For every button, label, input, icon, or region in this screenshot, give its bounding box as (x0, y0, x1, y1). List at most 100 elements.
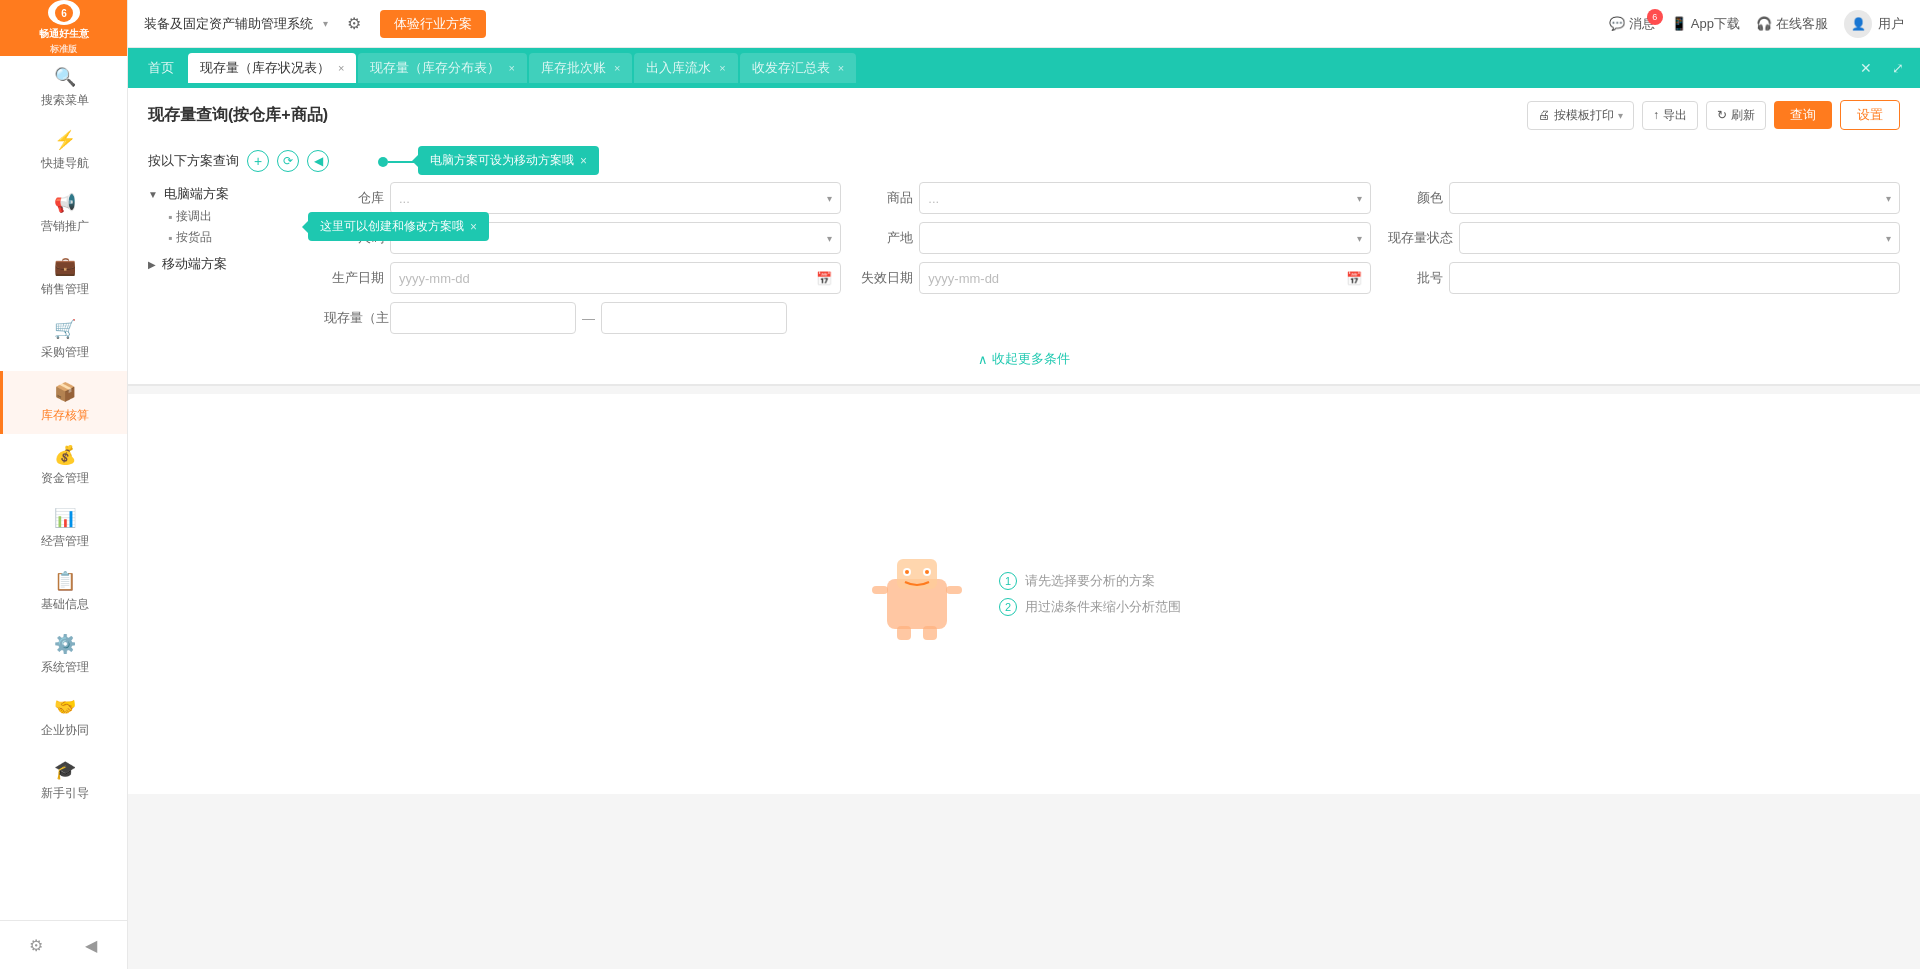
scheme-tooltip-1: 电脑方案可设为移动方案哦 × (418, 146, 599, 175)
tab-inventory-status-label: 现存量（库存状况表） (200, 59, 330, 77)
sidebar-item-basic[interactable]: 📋 基础信息 (0, 560, 127, 623)
sidebar-item-guide[interactable]: 🎓 新手引导 (0, 749, 127, 812)
sidebar-item-sales[interactable]: 💼 销售管理 (0, 245, 127, 308)
tooltip1-close-btn[interactable]: × (580, 154, 587, 168)
goods-select[interactable]: ... ▾ (919, 182, 1370, 214)
stock-qty-max[interactable] (601, 302, 787, 334)
sidebar-item-system[interactable]: ⚙️ 系统管理 (0, 623, 127, 686)
tab-inventory-status[interactable]: 现存量（库存状况表） × (188, 53, 356, 83)
stock-status-select[interactable]: ▾ (1459, 222, 1900, 254)
print-btn[interactable]: 🖨 按模板打印 ▾ (1527, 101, 1634, 130)
color-dropdown-icon: ▾ (1886, 193, 1891, 204)
tab-inventory-status-close[interactable]: × (338, 62, 344, 74)
goods-dropdown-icon: ▾ (1357, 193, 1362, 204)
sidebar-item-operations[interactable]: 📊 经营管理 (0, 497, 127, 560)
tab-inventory-dist-close[interactable]: × (508, 62, 514, 74)
scheme-sub-item-2[interactable]: ▪ 按货品 (168, 227, 308, 248)
refresh-btn[interactable]: ↻ 刷新 (1706, 101, 1766, 130)
scheme-tooltip-2: 这里可以创建和修改方案哦 × (308, 212, 489, 241)
empty-text: 1 请先选择要分析的方案 2 用过滤条件来缩小分析范围 (999, 572, 1181, 616)
refresh-icon: ↻ (1717, 108, 1727, 122)
origin-dropdown-icon: ▾ (1357, 233, 1362, 244)
stock-qty-min[interactable] (390, 302, 576, 334)
add-scheme-btn[interactable]: + (247, 150, 269, 172)
filter-origin: 产地 ▾ (853, 222, 1370, 254)
scheme-sub-item-1[interactable]: ▪ 接调出 (168, 206, 308, 227)
tooltip2-close-btn[interactable]: × (470, 220, 477, 234)
empty-state: 1 请先选择要分析的方案 2 用过滤条件来缩小分析范围 (847, 484, 1201, 704)
expand-tabs-btn[interactable]: ⤢ (1884, 54, 1912, 82)
sidebar-item-guide-label: 新手引导 (41, 785, 89, 802)
online-support-btn[interactable]: 🎧 在线客服 (1756, 15, 1828, 33)
system-name: 装备及固定资产辅助管理系统 (144, 15, 313, 33)
step-2-circle: 2 (999, 598, 1017, 616)
settings-btn[interactable]: 设置 (1840, 100, 1900, 130)
close-all-tabs-btn[interactable]: ✕ (1852, 54, 1880, 82)
desktop-scheme-row[interactable]: ▼ 电脑端方案 (148, 182, 308, 206)
sidebar-item-enterprise[interactable]: 🤝 企业协同 (0, 686, 127, 749)
collapse-sidebar-btn[interactable]: ◀ (75, 929, 107, 961)
exp-date-calendar-icon: 📅 (1346, 271, 1362, 286)
prod-date-input[interactable]: yyyy-mm-dd 📅 (390, 262, 841, 294)
sidebar: 6 畅通好生意 标准版 🔍 搜索菜单 ⚡ 快捷导航 📢 营销推广 💼 销售管理 … (0, 0, 128, 969)
sidebar-item-search[interactable]: 🔍 搜索菜单 (0, 56, 127, 119)
filter-area: 按以下方案查询 + ⟳ ◀ ◀ 电脑方案可设为移动方案哦 × (128, 138, 1920, 385)
quick-nav-icon: ⚡ (54, 129, 76, 151)
sidebar-item-finance[interactable]: 💰 资金管理 (0, 434, 127, 497)
system-icon: ⚙️ (54, 633, 76, 655)
svg-text:6: 6 (61, 8, 67, 19)
desktop-arrow: ▼ (148, 189, 158, 200)
filter-row-1: 仓库 ... ▾ 商品 ... ▾ (324, 182, 1900, 214)
svg-point-6 (905, 570, 909, 574)
svg-rect-8 (872, 586, 888, 594)
sidebar-item-finance-label: 资金管理 (41, 470, 89, 487)
exp-date-input[interactable]: yyyy-mm-dd 📅 (919, 262, 1370, 294)
tab-home[interactable]: 首页 (136, 53, 186, 83)
industry-btn[interactable]: 体验行业方案 (380, 10, 486, 38)
tab-inventory-dist[interactable]: 现存量（库存分布表） × (358, 53, 526, 83)
mobile-scheme-row[interactable]: ▶ 移动端方案 (148, 252, 308, 276)
sidebar-item-system-label: 系统管理 (41, 659, 89, 676)
origin-select[interactable]: ▾ (919, 222, 1370, 254)
message-icon: 💬 (1609, 16, 1625, 31)
collapse-filter-btn[interactable]: ∧ 收起更多条件 (148, 342, 1900, 372)
tab-receive-summary[interactable]: 收发存汇总表 × (740, 53, 856, 83)
filter-exp-date: 失效日期 yyyy-mm-dd 📅 (853, 262, 1370, 294)
sidebar-item-basic-label: 基础信息 (41, 596, 89, 613)
query-btn[interactable]: 查询 (1774, 101, 1832, 129)
tab-in-out-flow-close[interactable]: × (719, 62, 725, 74)
system-selector[interactable]: 装备及固定资产辅助管理系统 ▾ (144, 15, 328, 33)
user-avatar: 👤 (1844, 10, 1872, 38)
tab-in-out-flow[interactable]: 出入库流水 × (634, 53, 737, 83)
empty-step-2: 2 用过滤条件来缩小分析范围 (999, 598, 1181, 616)
messages-btn[interactable]: 💬 消息 6 (1609, 15, 1655, 33)
tab-batch-ledger-close[interactable]: × (614, 62, 620, 74)
export-btn[interactable]: ↑ 导出 (1642, 101, 1698, 130)
enterprise-icon: 🤝 (54, 696, 76, 718)
topbar-settings-btn[interactable]: ⚙ (340, 10, 368, 38)
sidebar-item-quick-nav[interactable]: ⚡ 快捷导航 (0, 119, 127, 182)
tab-receive-summary-close[interactable]: × (838, 62, 844, 74)
settings-bottom-btn[interactable]: ⚙ (20, 929, 52, 961)
export-icon: ↑ (1653, 108, 1659, 122)
warehouse-select[interactable]: ... ▾ (390, 182, 841, 214)
tab-batch-ledger[interactable]: 库存批次账 × (529, 53, 632, 83)
sidebar-item-inventory[interactable]: 📦 库存核算 (0, 371, 127, 434)
online-support-label: 在线客服 (1776, 15, 1828, 33)
batch-input[interactable] (1449, 262, 1900, 294)
prev-scheme-btn[interactable]: ◀ (307, 150, 329, 172)
sidebar-item-purchase[interactable]: 🛒 采购管理 (0, 308, 127, 371)
headset-icon: 🎧 (1756, 16, 1772, 31)
print-icon: 🖨 (1538, 108, 1550, 122)
sidebar-item-marketing-label: 营销推广 (41, 218, 89, 235)
color-select[interactable]: ▾ (1449, 182, 1900, 214)
user-menu[interactable]: 👤 用户 (1844, 10, 1904, 38)
filter-stock-status: 现存量状态 ▾ (1383, 222, 1900, 254)
sales-icon: 💼 (54, 255, 76, 277)
filter-prod-date: 生产日期 yyyy-mm-dd 📅 (324, 262, 841, 294)
app-download-btn[interactable]: 📱 App下载 (1671, 15, 1740, 33)
edit-scheme-btn[interactable]: ⟳ (277, 150, 299, 172)
page-content: 现存量查询(按仓库+商品) 🖨 按模板打印 ▾ ↑ 导出 ↻ 刷新 (128, 88, 1920, 969)
main-area: 装备及固定资产辅助管理系统 ▾ ⚙ 体验行业方案 💬 消息 6 📱 App下载 … (128, 0, 1920, 969)
sidebar-item-marketing[interactable]: 📢 营销推广 (0, 182, 127, 245)
